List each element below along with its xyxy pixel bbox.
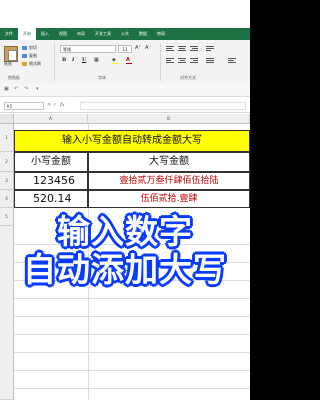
tab-file[interactable]: 文件 [0,28,18,40]
font-color-swatch [126,63,132,64]
header-lower-amount[interactable]: 小写金额 [14,152,88,172]
redo-icon[interactable]: ↷ [24,86,28,92]
align-bottom-icon[interactable] [190,46,198,52]
row-header-1[interactable]: 1 [0,124,14,152]
grow-font-button[interactable]: A⁺ [135,45,141,51]
align-top-icon[interactable] [166,46,174,52]
lower-amount-cell[interactable]: 123456 [14,172,88,190]
copy-icon [22,54,27,58]
tab-home[interactable]: 开始 [18,28,36,40]
ribbon-divider [54,43,55,81]
alignment-group-label: 对齐方式 [180,75,196,80]
row-divider [14,316,250,317]
overlay-caption-line2: 自动添加大写 [23,250,227,289]
formula-bar: K5 ✕ ✓ fx [0,100,250,113]
font-size-select[interactable]: 11 [118,45,132,53]
column-header-a[interactable]: A [14,114,88,124]
align-right-icon[interactable] [190,58,198,64]
align-center-icon[interactable] [178,58,186,64]
excel-window: 文件 开始 插入 视图 布局 开发工具 公式 数据 审阅 粘贴 剪切 复制 格式… [0,0,250,400]
quick-access-dropdown-icon[interactable]: ▾ [36,86,39,92]
fx-icon[interactable]: fx [60,102,65,108]
header-upper-amount[interactable]: 大写金额 [88,152,250,172]
borders-icon[interactable]: ▦ [94,57,99,63]
italic-button[interactable]: I [72,57,74,63]
paste-icon[interactable] [4,46,18,62]
font-color-button[interactable]: A [126,57,132,64]
title-cell[interactable]: 输入小写金额自动转成金额大写 [14,130,250,152]
row-divider [14,298,250,299]
copy-button[interactable]: 复制 [22,53,37,59]
name-box[interactable]: K5 [4,102,44,110]
ribbon-home: 粘贴 剪切 复制 格式刷 剪贴板 等线 11 A⁺ A⁻ B I U ▦ ◈ A… [0,40,250,85]
tab-view[interactable]: 视图 [54,28,72,40]
row-header-2[interactable]: 2 [0,152,14,172]
row-divider [14,352,250,353]
row-divider [14,370,250,371]
shrink-font-button[interactable]: A⁻ [145,45,151,51]
column-header-b[interactable]: B [88,114,250,124]
tab-formulas[interactable]: 公式 [116,28,134,40]
save-icon[interactable]: ▣ [4,86,9,92]
upper-amount-cell[interactable]: 壹拾贰万叁仟肆佰伍拾陆 [88,172,250,190]
tab-developer[interactable]: 开发工具 [90,28,116,40]
ribbon-tab-bar: 文件 开始 插入 视图 布局 开发工具 公式 数据 审阅 [0,28,250,40]
align-left-icon[interactable] [166,58,174,64]
formula-input[interactable] [80,102,246,110]
wrap-text-icon[interactable] [206,46,214,52]
quick-access-toolbar: ▣ ↶ ↷ ▾ [0,84,250,97]
row-divider [14,334,250,335]
tab-insert[interactable]: 插入 [36,28,54,40]
format-painter-button[interactable]: 格式刷 [22,61,41,67]
cut-button[interactable]: 剪切 [22,45,37,51]
indent-icon[interactable] [228,58,236,64]
underline-button[interactable]: U [82,57,86,63]
bold-button[interactable]: B [62,57,66,63]
font-group-label: 字体 [98,75,106,80]
clipboard-group-label: 剪贴板 [8,75,20,80]
ribbon-divider [160,43,161,81]
brush-icon [22,62,27,66]
cancel-icon[interactable]: ✕ [47,102,51,108]
fill-color-button[interactable]: ◈ [112,57,118,64]
row-header-3[interactable]: 3 [0,172,14,190]
tab-review[interactable]: 审阅 [152,28,170,40]
tab-layout[interactable]: 布局 [72,28,90,40]
align-middle-icon[interactable] [178,46,186,52]
confirm-icon[interactable]: ✓ [53,102,57,108]
merge-center-icon[interactable] [206,58,214,64]
row-divider [14,388,250,389]
paste-button-label[interactable]: 粘贴 [4,61,12,67]
undo-icon[interactable]: ↶ [14,86,18,92]
fill-color-swatch [112,63,118,64]
select-all-corner[interactable] [0,114,14,124]
scissors-icon [22,46,27,50]
font-name-select[interactable]: 等线 [60,45,116,53]
tab-data[interactable]: 数据 [134,28,152,40]
